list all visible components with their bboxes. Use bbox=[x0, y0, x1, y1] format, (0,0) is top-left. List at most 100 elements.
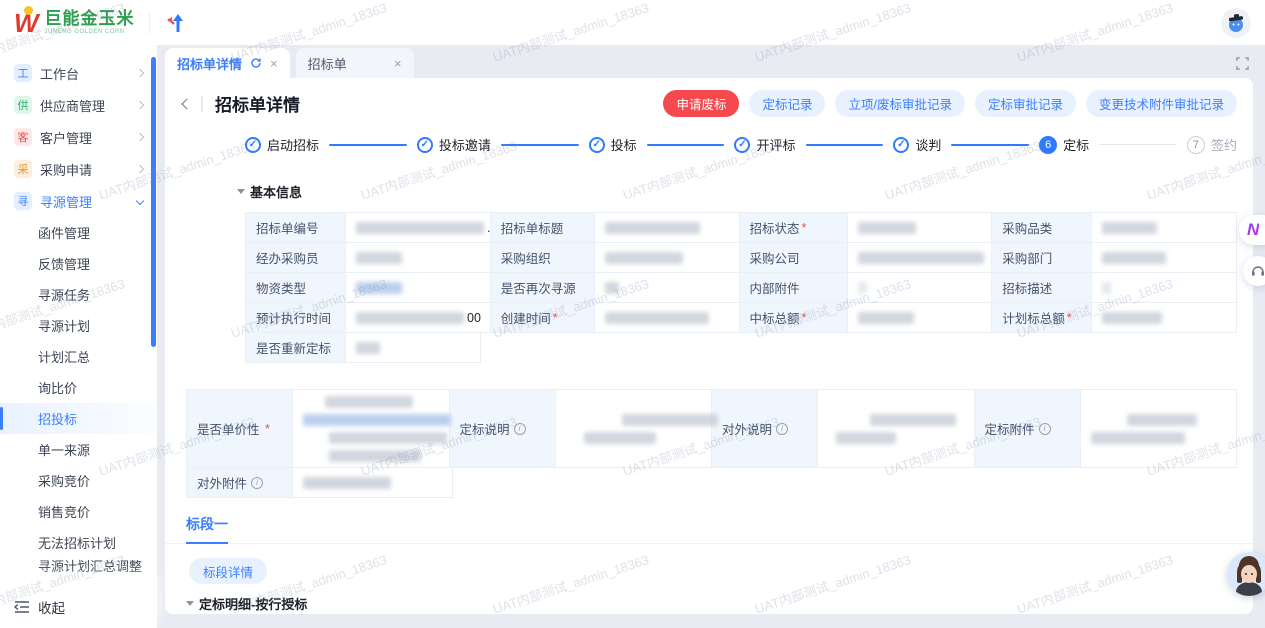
sidebar-item-supplier-mgmt[interactable]: 供 供应商管理 bbox=[0, 89, 157, 121]
header-divider bbox=[149, 12, 150, 34]
field-label: 是否重新定标 bbox=[246, 333, 346, 363]
step-label: 投标 bbox=[611, 135, 637, 154]
tab-segment-one[interactable]: 标段一 bbox=[186, 514, 228, 544]
field-label: 招标单编号 bbox=[246, 213, 346, 243]
step-start-bid: ✓ 启动招标 bbox=[245, 135, 319, 154]
redacted-value bbox=[605, 252, 683, 264]
redacted-value bbox=[1091, 432, 1185, 444]
step-bid: ✓ 投标 bbox=[589, 135, 637, 154]
field-value-redacted bbox=[346, 243, 491, 273]
field-value-redacted bbox=[293, 390, 450, 468]
visible-value-suffix: 00 bbox=[467, 311, 481, 325]
redacted-value bbox=[356, 342, 380, 354]
step-connector bbox=[1099, 144, 1177, 145]
ai-logo-icon: N bbox=[1247, 220, 1259, 240]
sidebar-subitem-letters[interactable]: 函件管理 bbox=[0, 217, 157, 248]
sidebar-item-purchase-request[interactable]: 采 采购申请 bbox=[0, 153, 157, 185]
field-value-redacted bbox=[848, 243, 993, 273]
tab-bid-list[interactable]: 招标单 × bbox=[296, 48, 414, 78]
step-connector bbox=[806, 144, 884, 146]
required-star: * bbox=[802, 221, 807, 235]
step-connector bbox=[501, 144, 579, 146]
field-value-redacted: ... bbox=[346, 213, 491, 243]
redacted-value bbox=[303, 414, 451, 426]
field-label: 预计执行时间 bbox=[246, 303, 346, 333]
tech-attachment-approval-button[interactable]: 变更技术附件审批记录 bbox=[1086, 90, 1237, 117]
sidebar-subitem-plan-summary[interactable]: 计划汇总 bbox=[0, 341, 157, 372]
field-label: 采购组织 bbox=[491, 243, 595, 273]
assistant-mascot-icon[interactable] bbox=[1221, 8, 1251, 38]
sidebar-subitem-rfq[interactable]: 询比价 bbox=[0, 372, 157, 403]
info-icon: i bbox=[1039, 423, 1051, 435]
field-label: 是否再次寻源 bbox=[491, 273, 595, 303]
redacted-value bbox=[1102, 252, 1166, 264]
field-label: 招标状态* bbox=[740, 213, 848, 243]
close-tab-icon[interactable]: × bbox=[394, 56, 402, 71]
redacted-value bbox=[1102, 312, 1162, 324]
nav-arrows-icon[interactable] bbox=[164, 10, 190, 36]
required-star: * bbox=[265, 422, 270, 436]
step-label: 签约 bbox=[1211, 135, 1237, 154]
sidebar-subitem-feedback[interactable]: 反馈管理 bbox=[0, 248, 157, 279]
redacted-value bbox=[605, 312, 709, 324]
field-value-redacted bbox=[1092, 243, 1237, 273]
award-approval-record-button[interactable]: 定标审批记录 bbox=[975, 90, 1076, 117]
award-record-button[interactable]: 定标记录 bbox=[749, 90, 825, 117]
segment-detail-button[interactable]: 标段详情 bbox=[189, 558, 267, 584]
sidebar-subitem-sales-auction[interactable]: 销售竞价 bbox=[0, 496, 157, 527]
customer-service-fab[interactable] bbox=[1243, 256, 1265, 286]
progress-steps: ✓ 启动招标 ✓ 投标邀请 ✓ 投标 ✓ 开评标 bbox=[245, 135, 1237, 154]
basic-info-last-row: 是否重新定标 bbox=[245, 333, 1237, 363]
field-label: 招标描述 bbox=[992, 273, 1092, 303]
field-label: 创建时间* bbox=[491, 303, 595, 333]
step-number: 6 bbox=[1039, 136, 1057, 154]
refresh-icon[interactable] bbox=[250, 57, 262, 69]
step-sign: 7 签约 bbox=[1187, 135, 1237, 154]
field-label: 采购部门 bbox=[992, 243, 1092, 273]
sidebar-item-label: 供应商管理 bbox=[40, 96, 129, 115]
fullscreen-icon[interactable] bbox=[1236, 57, 1249, 70]
user-avatar[interactable] bbox=[1227, 552, 1265, 596]
redacted-value bbox=[329, 450, 421, 462]
approval-record-button[interactable]: 立项/废标审批记录 bbox=[835, 90, 964, 117]
segment-tabs: 标段一 bbox=[186, 514, 1253, 544]
redacted-value bbox=[356, 282, 402, 294]
sidebar-item-sourcing-mgmt[interactable]: 寻 寻源管理 bbox=[0, 185, 157, 217]
required-star: * bbox=[1067, 311, 1072, 325]
sidebar-scrollbar[interactable] bbox=[151, 57, 156, 347]
chevron-right-icon bbox=[136, 69, 144, 77]
sidebar-item-workbench[interactable]: 工 工作台 bbox=[0, 57, 157, 89]
sidebar-subitem-no-bid-plan[interactable]: 无法招标计划 bbox=[0, 527, 157, 558]
field-label: 定标说明i bbox=[450, 390, 556, 468]
step-number: 7 bbox=[1187, 136, 1205, 154]
sidebar-subitem-bidding[interactable]: 招投标 bbox=[0, 403, 157, 434]
sidebar-subitem-single-source[interactable]: 单一来源 bbox=[0, 434, 157, 465]
apply-cancel-bid-button[interactable]: 申请废标 bbox=[663, 90, 739, 117]
check-icon: ✓ bbox=[245, 137, 261, 153]
sidebar-subitem-purchase-auction[interactable]: 采购竞价 bbox=[0, 465, 157, 496]
field-value-redacted bbox=[595, 303, 740, 333]
field-value-redacted bbox=[848, 273, 993, 303]
logo-subtitle: JUNENG GOLDEN CORN bbox=[45, 29, 135, 36]
basic-info-grid: 招标单编号 ... 招标单标题 招标状态* 采购品类 经办采购员 采购组织 采购… bbox=[245, 212, 1237, 333]
content-card: 招标单详情 申请废标 定标记录 立项/废标审批记录 定标审批记录 变更技术附件审… bbox=[165, 78, 1253, 614]
sidebar-subitem-truncated[interactable]: 寻源计划汇总调整 bbox=[0, 558, 157, 572]
award-detail-section-header[interactable]: 定标明细-按行授标 bbox=[186, 594, 1253, 613]
redacted-value bbox=[356, 222, 484, 234]
sidebar-subitem-sourcing-task[interactable]: 寻源任务 bbox=[0, 279, 157, 310]
basic-info-section-header[interactable]: 基本信息 bbox=[237, 182, 1253, 201]
back-button[interactable] bbox=[181, 98, 192, 109]
step-open-eval: ✓ 开评标 bbox=[734, 135, 795, 154]
sourcing-icon: 寻 bbox=[14, 192, 32, 210]
close-tab-icon[interactable]: × bbox=[270, 56, 278, 71]
field-label: 对外附件i bbox=[187, 468, 293, 498]
field-value-redacted bbox=[595, 273, 740, 303]
sidebar-collapse-button[interactable]: 收起 bbox=[0, 586, 157, 628]
step-connector bbox=[329, 144, 407, 146]
tab-bid-detail[interactable]: 招标单详情 × bbox=[165, 48, 290, 78]
award-info-grid: 是否单价性 * 定标说明i 对外说明i bbox=[186, 389, 1237, 468]
sidebar-item-customer-mgmt[interactable]: 客 客户管理 bbox=[0, 121, 157, 153]
sidebar-subitem-sourcing-plan[interactable]: 寻源计划 bbox=[0, 310, 157, 341]
redacted-value bbox=[356, 252, 402, 264]
ai-assistant-fab[interactable]: N bbox=[1239, 215, 1265, 245]
